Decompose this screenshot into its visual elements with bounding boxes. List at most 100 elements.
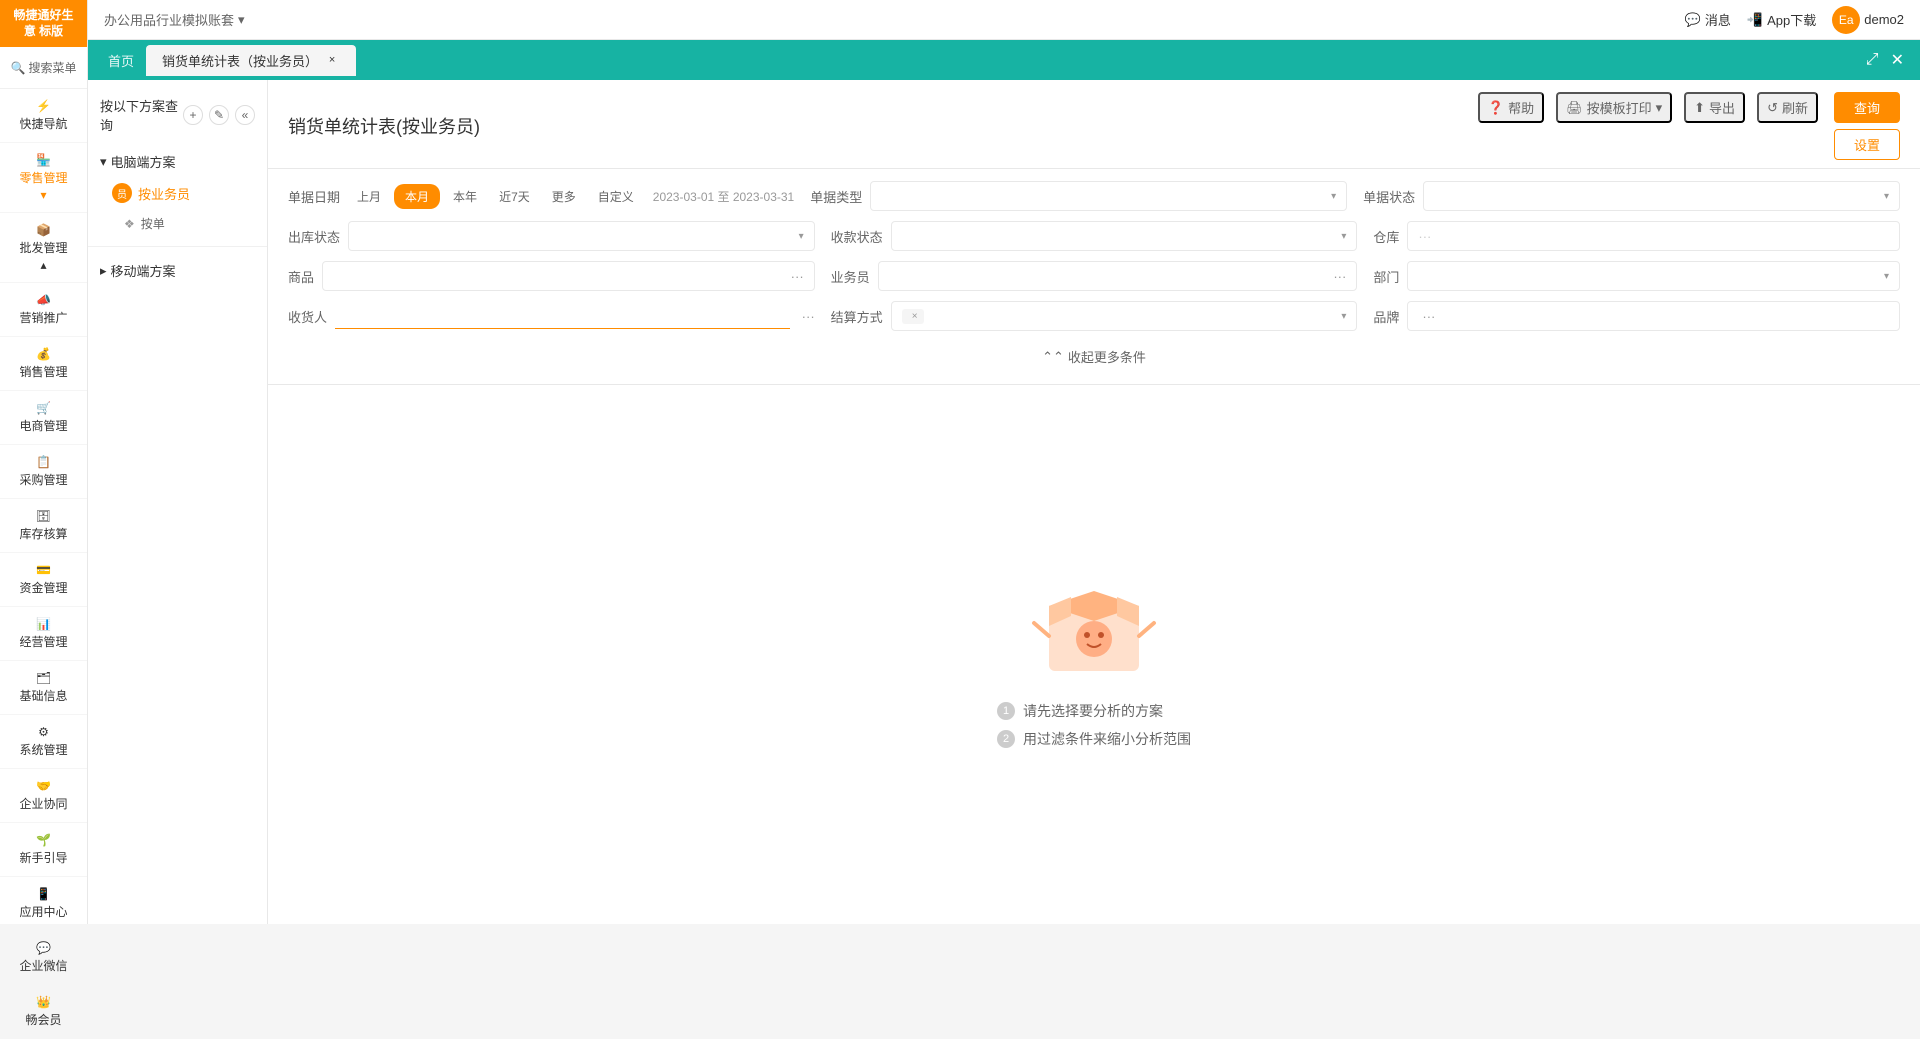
scheme-sub-item-order[interactable]: ❖ 按单 (88, 209, 267, 238)
out-status-label: 出库状态 (288, 227, 340, 246)
inventory-icon: 🗄 (36, 509, 51, 523)
scheme-group-desktop-header[interactable]: ▾ 电脑端方案 (88, 146, 267, 177)
marketing-icon: 📣 (36, 293, 51, 307)
sidebar-item-ecommerce[interactable]: 🛒 电商管理 (0, 391, 87, 445)
sidebar-item-marketing[interactable]: 📣 营销推广 (0, 283, 87, 337)
sidebar-item-retail[interactable]: 🏪 零售管理 ▾ (0, 143, 87, 213)
settlement-select[interactable]: × (891, 301, 1358, 331)
purchase-label: 采购管理 (19, 471, 67, 488)
member-label: 畅会员 (25, 1011, 61, 1028)
sidebar-item-cooperation[interactable]: 🤝 企业协同 (0, 769, 87, 823)
settlement-tag-close[interactable]: × (912, 311, 918, 322)
filter-brand-item: 品牌 ··· (1373, 301, 1900, 331)
date-btn-this-year[interactable]: 本年 (444, 184, 486, 209)
date-btn-custom[interactable]: 自定义 (589, 184, 643, 209)
export-button[interactable]: ⬆ 导出 (1684, 92, 1745, 123)
newbie-icon: 🌱 (36, 833, 51, 847)
settings-button[interactable]: 设置 (1834, 129, 1900, 160)
system-label: 系统管理 (19, 741, 67, 758)
sidebar-item-newbie[interactable]: 🌱 新手引导 (0, 823, 87, 877)
payment-status-select[interactable] (891, 221, 1358, 251)
date-btn-this-month[interactable]: 本月 (394, 184, 440, 209)
app-center-label: 应用中心 (19, 903, 67, 920)
scheme-group-mobile-label: 移动端方案 (111, 261, 176, 280)
tab-active[interactable]: 销货单统计表（按业务员） × (146, 45, 356, 76)
app-title-dropdown-icon[interactable]: ▾ (238, 12, 245, 28)
sidebar-item-enterprise-wechat[interactable]: 💬 企业微信 (0, 931, 87, 985)
filter-date-item: 单据日期 上月 本月 本年 近7天 更多 自定义 2023-03-01 至 20… (288, 184, 794, 209)
filter-area: 单据日期 上月 本月 本年 近7天 更多 自定义 2023-03-01 至 20… (268, 169, 1920, 385)
sidebar-item-basic-info[interactable]: 🗂 基础信息 (0, 661, 87, 715)
scheme-group-desktop: ▾ 电脑端方案 员 按业务员 ❖ 按单 (88, 142, 267, 242)
scheme-item-salesperson[interactable]: 员 按业务员 (88, 177, 267, 209)
collapse-panel-button[interactable]: « (235, 105, 255, 125)
goods-select[interactable]: ··· (322, 261, 815, 291)
window-close-button[interactable]: ✕ (1883, 46, 1912, 74)
goods-dots[interactable]: ··· (791, 269, 804, 284)
order-type-select[interactable] (870, 181, 1347, 211)
step-2-num: 2 (997, 730, 1015, 748)
filter-department-item: 部门 (1373, 261, 1900, 291)
scheme-group-mobile-header[interactable]: ▸ 移动端方案 (88, 255, 267, 286)
filter-warehouse-item: 仓库 ··· (1373, 221, 1900, 251)
tab-home[interactable]: 首页 (96, 45, 146, 76)
left-panel-header-actions: + ✎ « (183, 105, 255, 125)
filter-row-4: 收货人 ··· 结算方式 × (288, 301, 1900, 331)
settlement-tag: × (902, 309, 924, 324)
sidebar-item-system[interactable]: ⚙ 系统管理 (0, 715, 87, 769)
print-button[interactable]: 🖨 按模板打印 ▾ (1556, 92, 1672, 123)
date-range: 2023-03-01 至 2023-03-31 (653, 188, 794, 205)
department-select[interactable] (1407, 261, 1900, 291)
edit-scheme-button[interactable]: ✎ (209, 105, 229, 125)
sidebar-logo: 畅捷通好生意 标版 (0, 0, 87, 47)
search-menu-button[interactable]: 🔍 按以下方案查询 办公用品行业模拟账套 搜索菜单 (6, 55, 81, 80)
date-btn-last-month[interactable]: 上月 (348, 184, 390, 209)
app-download-label: App下载 (1767, 10, 1816, 29)
enterprise-wechat-label: 企业微信 (19, 957, 67, 974)
salesperson-select[interactable]: ··· (878, 261, 1358, 291)
help-button[interactable]: ❓ 帮助 (1478, 92, 1544, 123)
sidebar-search-section[interactable]: 🔍 按以下方案查询 办公用品行业模拟账套 搜索菜单 (0, 47, 87, 89)
salesperson-dots[interactable]: ··· (1333, 269, 1346, 284)
brand-select[interactable]: ··· (1407, 301, 1900, 331)
tab-close-icon[interactable]: × (324, 52, 340, 68)
refresh-button[interactable]: ↺ 刷新 (1757, 92, 1818, 123)
collapse-button[interactable]: ⌃⌃ 收起更多条件 (288, 341, 1900, 372)
message-icon: 💬 (1685, 12, 1701, 28)
sidebar-item-quick-nav[interactable]: ⚡ 快捷导航 (0, 89, 87, 143)
sidebar-item-member[interactable]: 👑 畅会员 (0, 985, 87, 1039)
tabbar-expand-button[interactable]: ⤢ (1862, 47, 1883, 73)
sidebar-item-inventory[interactable]: 🗄 库存核算 (0, 499, 87, 553)
cooperation-label: 企业协同 (19, 795, 67, 812)
sidebar-item-operations[interactable]: 📊 经营管理 (0, 607, 87, 661)
receiver-input[interactable] (335, 303, 790, 329)
message-button[interactable]: 💬 消息 (1685, 10, 1731, 29)
retail-icon: 🏪 (36, 153, 51, 167)
warehouse-select[interactable]: ··· (1407, 221, 1900, 251)
add-scheme-button[interactable]: + (183, 105, 203, 125)
quick-nav-icon: ⚡ (36, 99, 51, 113)
receiver-dots[interactable]: ··· (802, 309, 815, 324)
query-button[interactable]: 查询 (1834, 92, 1900, 123)
sidebar-item-purchase[interactable]: 📋 采购管理 (0, 445, 87, 499)
sidebar-item-wholesale[interactable]: 📦 批发管理 ▴ (0, 213, 87, 283)
refresh-icon: ↺ (1767, 100, 1778, 116)
sidebar-item-app-center[interactable]: 📱 应用中心 (0, 877, 87, 931)
empty-info: 1 请先选择要分析的方案 2 用过滤条件来缩小分析范围 (997, 701, 1191, 749)
date-btn-7days[interactable]: 近7天 (490, 184, 539, 209)
sidebar-item-sales[interactable]: 💰 销售管理 (0, 337, 87, 391)
page-title: 销货单统计表(按业务员) (288, 113, 480, 139)
user-menu[interactable]: Ea demo2 (1832, 6, 1904, 34)
payment-status-label: 收款状态 (831, 227, 883, 246)
operations-icon: 📊 (36, 617, 51, 631)
app-download-button[interactable]: 📲 App下载 (1747, 10, 1816, 29)
help-icon: ❓ (1488, 100, 1504, 116)
out-status-select[interactable] (348, 221, 815, 251)
brand-dots[interactable]: ··· (1422, 309, 1435, 324)
order-status-label: 单据状态 (1363, 187, 1415, 206)
sidebar-item-finance[interactable]: 💳 资金管理 (0, 553, 87, 607)
finance-icon: 💳 (36, 563, 51, 577)
date-btn-more[interactable]: 更多 (543, 184, 585, 209)
empty-illustration (1024, 561, 1164, 681)
order-status-select[interactable] (1423, 181, 1900, 211)
